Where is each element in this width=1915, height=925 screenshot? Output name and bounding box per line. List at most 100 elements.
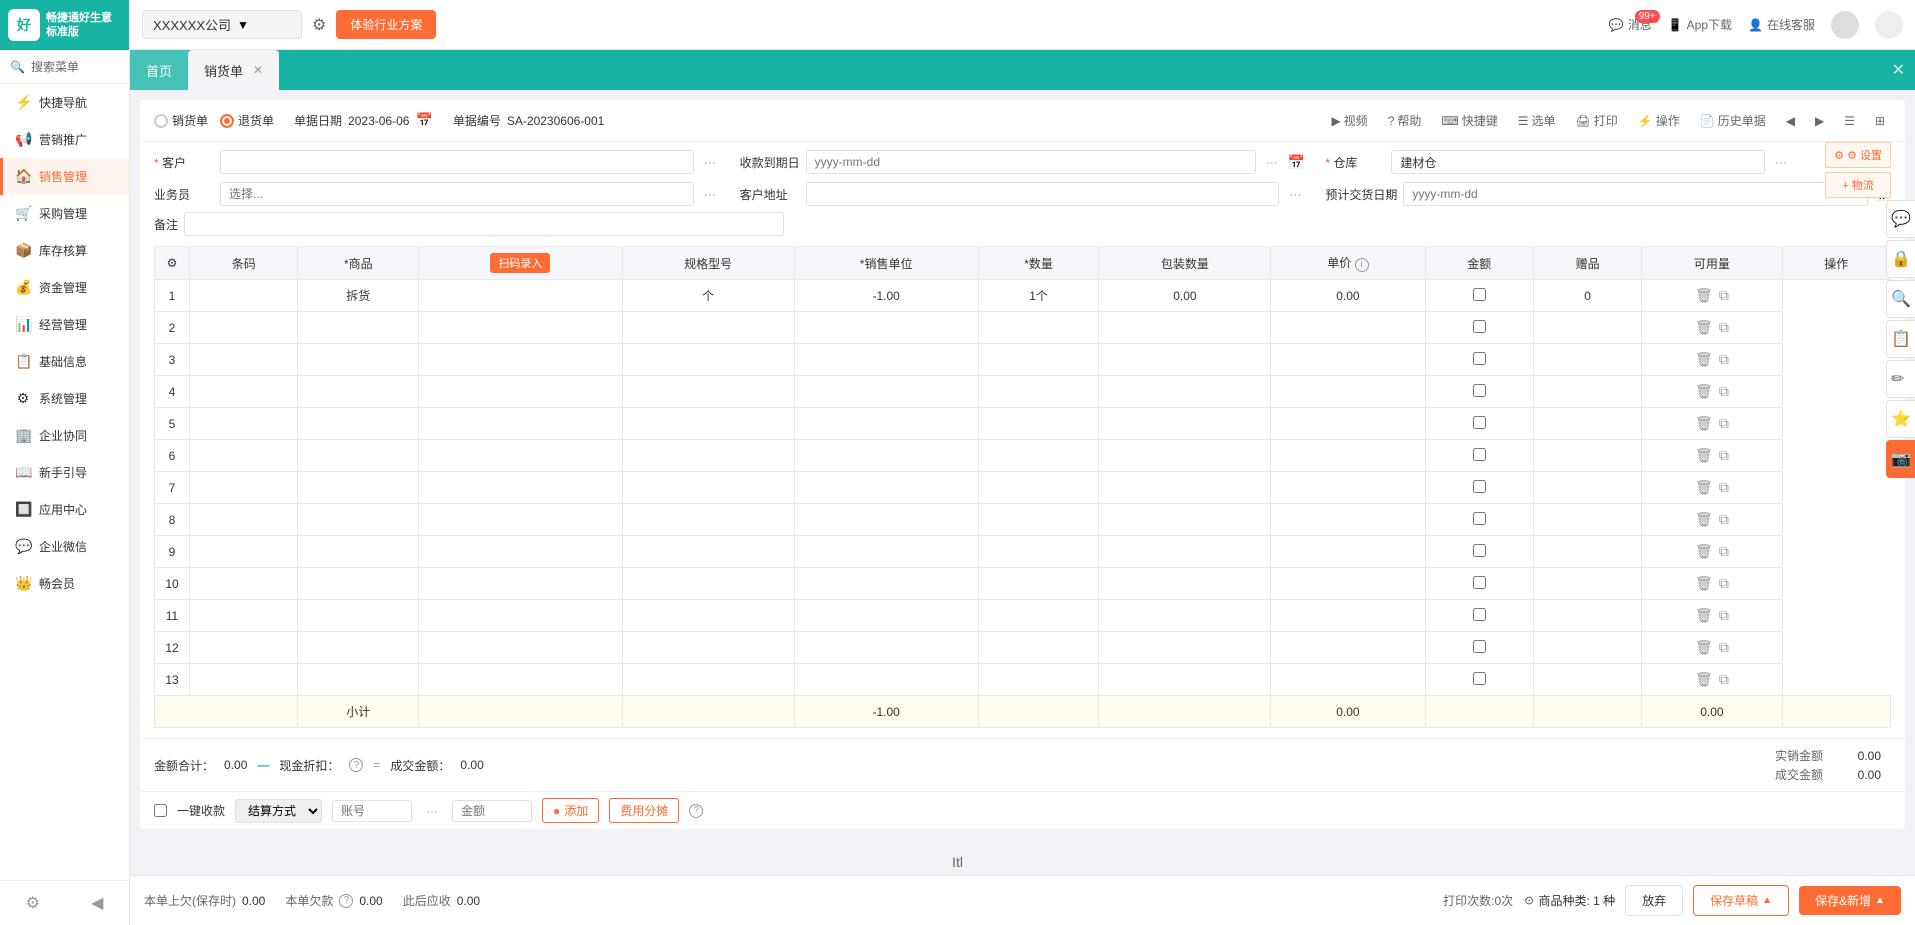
right-float-btn-3[interactable]: 🔍 xyxy=(1886,280,1915,318)
product-kind-info[interactable]: ☉ 商品种类: 1 种 xyxy=(1523,892,1615,909)
copy-row-btn[interactable]: ⧉ xyxy=(1719,639,1729,656)
row-spec[interactable] xyxy=(419,280,623,312)
delete-row-btn[interactable]: 🗑 xyxy=(1695,319,1713,336)
delete-row-btn[interactable]: 🗑 xyxy=(1695,383,1713,400)
list-view-btn[interactable]: ☰ xyxy=(1838,112,1861,130)
help-btn[interactable]: ? 帮助 xyxy=(1382,110,1428,131)
sidebar-item-wechat[interactable]: 💬 企业微信 xyxy=(0,528,129,565)
owe-help-icon[interactable]: ? xyxy=(339,894,353,908)
tab-close-btn[interactable]: ✕ xyxy=(253,63,263,77)
right-float-btn-2[interactable]: 🔒 xyxy=(1886,240,1915,278)
row-unit[interactable]: 个 xyxy=(622,280,794,312)
sidebar-item-marketing[interactable]: 📢 营销推广 xyxy=(0,121,129,158)
date-calendar-icon[interactable]: 📅 xyxy=(415,112,432,129)
delete-row-btn[interactable]: 🗑 xyxy=(1695,287,1713,304)
sidebar-item-purchase[interactable]: 🛒 采购管理 xyxy=(0,195,129,232)
sidebar-item-basic[interactable]: 📋 基础信息 xyxy=(0,343,129,380)
col-gear[interactable]: ⚙ xyxy=(155,247,190,280)
gift-checkbox[interactable] xyxy=(1473,608,1486,621)
grid-view-btn[interactable]: ⊞ xyxy=(1869,112,1891,130)
message-btn[interactable]: 💬 消息 99+ xyxy=(1609,16,1652,33)
copy-row-btn[interactable]: ⧉ xyxy=(1719,543,1729,560)
company-selector[interactable]: XXXXXX公司 ▼ xyxy=(142,10,302,39)
sidebar-item-operation[interactable]: 📊 经营管理 xyxy=(0,306,129,343)
radio-sales[interactable]: 销货单 xyxy=(154,112,208,129)
row-amount[interactable]: 0.00 xyxy=(1271,280,1425,312)
delete-row-btn[interactable]: 🗑 xyxy=(1695,639,1713,656)
row-price[interactable]: 0.00 xyxy=(1099,280,1271,312)
right-float-btn-6[interactable]: ⭐ xyxy=(1886,400,1915,438)
copy-row-btn[interactable]: ⧉ xyxy=(1719,671,1729,688)
row-product[interactable]: 拆货 xyxy=(298,280,419,312)
sidebar-item-inventory[interactable]: 📦 库存核算 xyxy=(0,232,129,269)
delete-row-btn[interactable]: 🗑 xyxy=(1695,575,1713,592)
right-float-btn-1[interactable]: 💬 xyxy=(1886,200,1915,238)
sidebar-item-app-center[interactable]: 🔲 应用中心 xyxy=(0,491,129,528)
salesperson-dots-btn[interactable]: ··· xyxy=(700,187,720,201)
delete-row-btn[interactable]: 🗑 xyxy=(1695,511,1713,528)
sidebar-settings-btn[interactable]: ⚙ xyxy=(20,887,46,919)
gift-checkbox[interactable] xyxy=(1473,576,1486,589)
app-download-btn[interactable]: 📱 App下载 xyxy=(1668,16,1732,33)
customer-dots-btn[interactable]: ··· xyxy=(700,155,720,169)
scan-input-btn[interactable]: 扫码录入 xyxy=(490,253,550,273)
discount-help-icon[interactable]: ? xyxy=(349,758,363,772)
trial-button[interactable]: 体验行业方案 xyxy=(336,10,436,39)
sidebar-item-sales[interactable]: 🏠 销售管理 xyxy=(0,158,129,195)
due-date-input[interactable] xyxy=(806,150,1256,174)
amount-input[interactable] xyxy=(452,800,532,822)
gift-checkbox[interactable] xyxy=(1473,640,1486,653)
sidebar-item-guide[interactable]: 📖 新手引导 xyxy=(0,454,129,491)
row-gift[interactable] xyxy=(1425,280,1533,312)
row-pkg-qty[interactable]: 1个 xyxy=(978,280,1099,312)
customer-addr-dots-btn[interactable]: ··· xyxy=(1285,187,1305,201)
sidebar-item-enterprise[interactable]: 🏢 企业协同 xyxy=(0,417,129,454)
price-help-icon[interactable]: i xyxy=(1355,258,1369,272)
sidebar-item-system[interactable]: ⚙ 系统管理 xyxy=(0,380,129,417)
calc-method-select[interactable]: 结算方式 xyxy=(235,799,322,823)
video-btn[interactable]: ▶ 视频 xyxy=(1325,110,1373,131)
history-btn[interactable]: 📄 历史单据 xyxy=(1694,110,1772,131)
sidebar-item-member[interactable]: 👑 畅会员 xyxy=(0,565,129,602)
note-input[interactable] xyxy=(184,212,784,236)
gift-checkbox[interactable] xyxy=(1473,288,1486,301)
copy-row-btn[interactable]: ⧉ xyxy=(1719,511,1729,528)
discard-button[interactable]: 放弃 xyxy=(1625,885,1683,916)
gift-checkbox[interactable] xyxy=(1473,480,1486,493)
gift-checkbox[interactable] xyxy=(1473,352,1486,365)
settings-side-btn[interactable]: ⚙ ⚙ 设置 xyxy=(1825,142,1891,168)
copy-row-btn[interactable]: ⧉ xyxy=(1719,575,1729,592)
account-dots-btn[interactable]: ··· xyxy=(422,804,442,818)
customer-input[interactable] xyxy=(220,150,694,174)
shortcut-btn[interactable]: ⌨ 快捷键 xyxy=(1435,110,1503,131)
warehouse-dots-btn[interactable]: ··· xyxy=(1771,155,1791,169)
gift-checkbox[interactable] xyxy=(1473,544,1486,557)
radio-return[interactable]: 退货单 xyxy=(220,112,274,129)
delivery-date-input[interactable] xyxy=(1403,182,1867,206)
due-date-calendar-icon[interactable]: 📅 xyxy=(1288,154,1305,171)
gift-checkbox[interactable] xyxy=(1473,384,1486,397)
gift-checkbox[interactable] xyxy=(1473,320,1486,333)
logistics-side-btn[interactable]: + 物流 xyxy=(1825,172,1891,198)
tab-sales-order[interactable]: 销货单 ✕ xyxy=(188,50,279,90)
gift-checkbox[interactable] xyxy=(1473,512,1486,525)
due-date-dots-btn[interactable]: ··· xyxy=(1262,155,1282,169)
copy-row-btn[interactable]: ⧉ xyxy=(1719,383,1729,400)
copy-row-btn[interactable]: ⧉ xyxy=(1719,319,1729,336)
right-float-btn-4[interactable]: 📋 xyxy=(1886,320,1915,358)
right-float-btn-7[interactable]: 📷 xyxy=(1886,440,1915,478)
add-payment-btn[interactable]: ● 添加 xyxy=(542,798,599,823)
sidebar-item-finance[interactable]: 💰 资金管理 xyxy=(0,269,129,306)
delete-row-btn[interactable]: 🗑 xyxy=(1695,543,1713,560)
delete-row-btn[interactable]: 🗑 xyxy=(1695,447,1713,464)
tab-home[interactable]: 首页 xyxy=(130,50,188,90)
account-input[interactable] xyxy=(332,800,412,822)
nav-next-btn[interactable]: ▶ xyxy=(1809,112,1830,130)
sidebar-collapse-btn[interactable]: ◀ xyxy=(85,887,109,919)
print-btn[interactable]: 🖨 打印 xyxy=(1570,110,1624,131)
delete-row-btn[interactable]: 🗑 xyxy=(1695,607,1713,624)
copy-row-btn[interactable]: ⧉ xyxy=(1719,479,1729,496)
copy-row-btn[interactable]: ⧉ xyxy=(1719,351,1729,368)
nav-prev-btn[interactable]: ◀ xyxy=(1780,112,1801,130)
select-btn[interactable]: ☰ 选单 xyxy=(1512,110,1562,131)
